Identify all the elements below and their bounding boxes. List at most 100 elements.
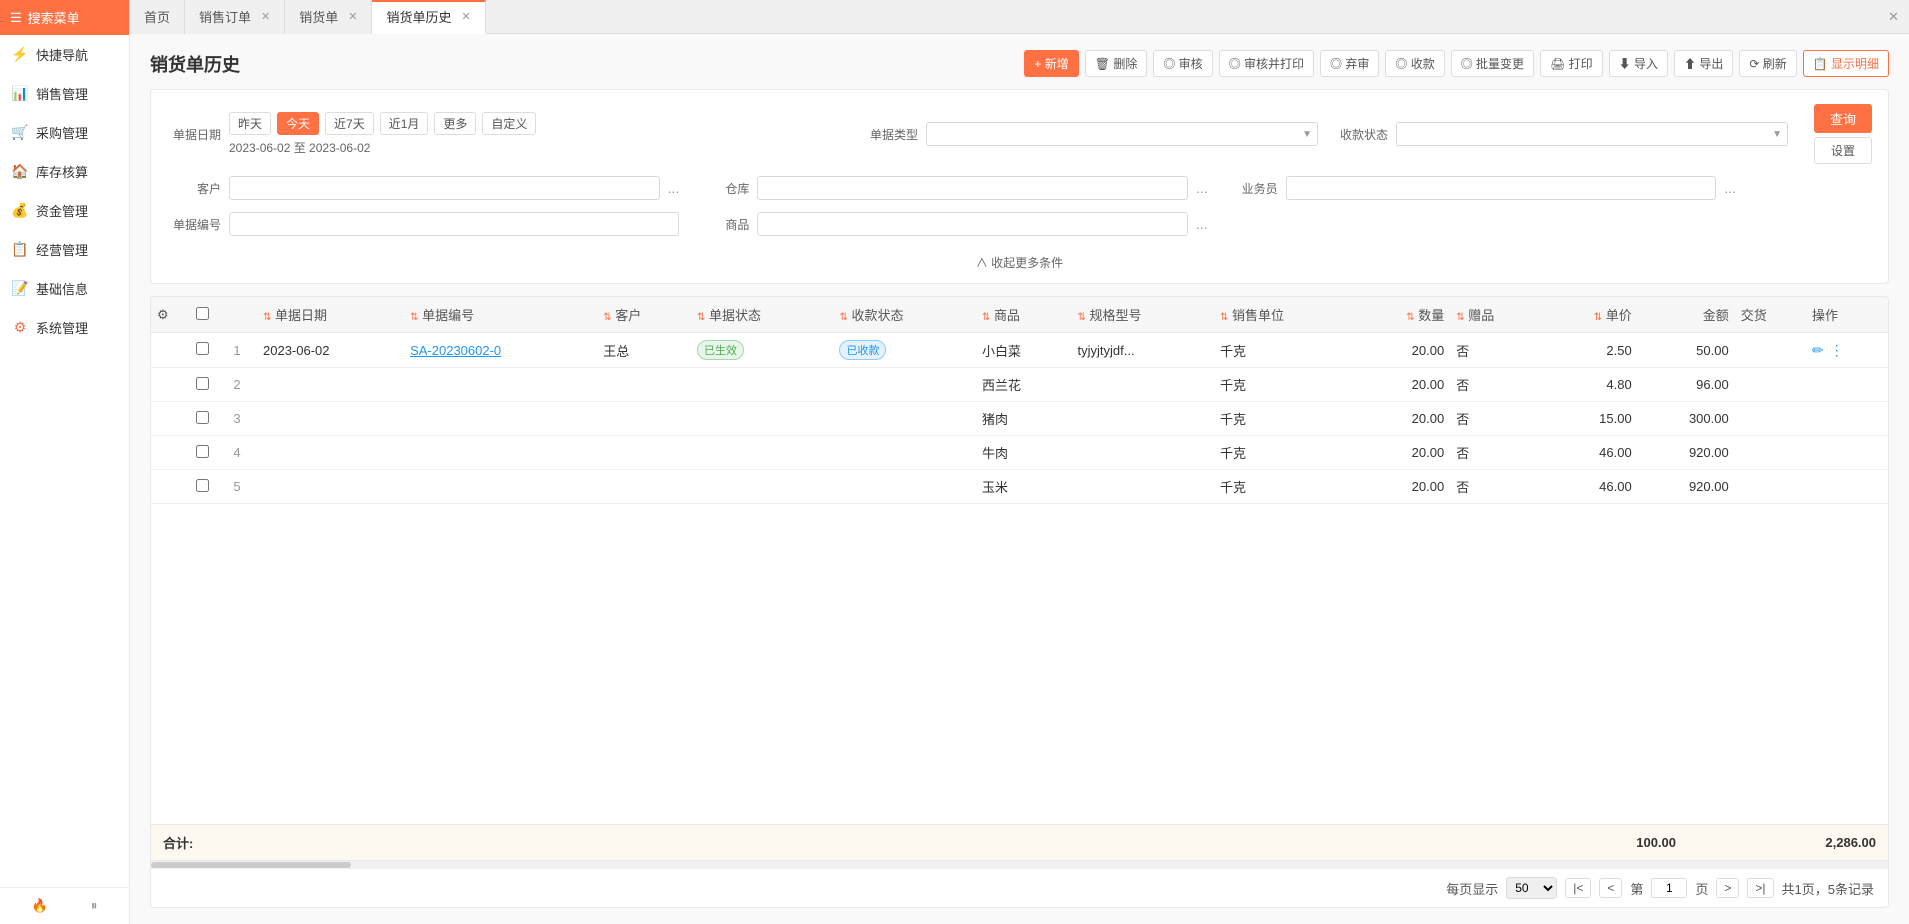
per-page-select[interactable]: 50 100 <box>1506 877 1557 899</box>
table-col-docno[interactable]: ⇅ 单据编号 <box>404 297 597 333</box>
sidebar-item-quick-nav[interactable]: ⚡ 快捷导航 <box>0 35 129 74</box>
page-input[interactable] <box>1651 878 1687 898</box>
table-col-date[interactable]: ⇅ 单据日期 <box>257 297 404 333</box>
collect-button[interactable]: ◎ 收款 <box>1385 50 1444 77</box>
goods-dots[interactable]: ... <box>1196 216 1208 232</box>
tab-sales-order[interactable]: 销售订单 ✕ <box>185 0 285 34</box>
sidebar-top[interactable]: ☰ 搜索菜单 <box>0 0 129 35</box>
tab-sales-order-close[interactable]: ✕ <box>261 10 270 23</box>
row-checkbox[interactable] <box>196 342 209 355</box>
print-button[interactable]: 🖨 打印 <box>1540 50 1603 77</box>
tab-sales-goods[interactable]: 销货单 ✕ <box>285 0 372 34</box>
summary-qty: 100.00 <box>1606 835 1756 850</box>
sidebar-item-purchase-mgmt[interactable]: 🛒 采购管理 <box>0 113 129 152</box>
fire-icon[interactable]: 🔥 <box>32 898 48 914</box>
table-col-doc-status[interactable]: ⇅ 单据状态 <box>691 297 833 333</box>
row-config-cell <box>151 436 187 470</box>
row-check-cell[interactable] <box>187 436 217 470</box>
page-next-button[interactable]: > <box>1716 878 1739 898</box>
table-col-price[interactable]: ⇅ 单价 <box>1544 297 1638 333</box>
batch-change-button[interactable]: ◎ 批量变更 <box>1451 50 1534 77</box>
table-col-spec[interactable]: ⇅ 规格型号 <box>1072 297 1214 333</box>
row-checkbox[interactable] <box>196 377 209 390</box>
table-col-qty[interactable]: ⇅ 数量 <box>1356 297 1450 333</box>
date-custom[interactable]: 自定义 <box>482 112 536 135</box>
row-unit: 千克 <box>1214 368 1356 402</box>
sidebar-item-operations[interactable]: 📋 经营管理 <box>0 230 129 269</box>
table-scroll[interactable]: ⚙ ⇅ 单据日期 ⇅ 单据编 <box>151 297 1888 824</box>
new-button[interactable]: + 新增 <box>1024 50 1078 77</box>
date-more[interactable]: 更多 <box>434 112 476 135</box>
row-check-cell[interactable] <box>187 368 217 402</box>
warehouse-input[interactable] <box>757 176 1188 200</box>
sidebar-item-system-mgmt[interactable]: ⚙ 系统管理 <box>0 308 129 347</box>
pause-icon[interactable]: ⏸ <box>91 898 98 914</box>
page-prev-button[interactable]: < <box>1599 878 1622 898</box>
table-col-payment-status[interactable]: ⇅ 收款状态 <box>833 297 975 333</box>
filter-row-2: 客户 ... 仓库 ... 业务员 ... <box>167 176 1872 200</box>
collapse-button[interactable]: ∧ 收起更多条件 <box>167 248 1872 277</box>
customer-input[interactable] <box>229 176 660 200</box>
abandon-button[interactable]: ◎ 弃审 <box>1320 50 1379 77</box>
date-today[interactable]: 今天 <box>277 112 319 135</box>
row-action <box>1806 436 1888 470</box>
sidebar-item-finance[interactable]: 💰 资金管理 <box>0 191 129 230</box>
export-button[interactable]: ⬆ 导出 <box>1674 50 1733 77</box>
date-1month[interactable]: 近1月 <box>380 112 429 135</box>
row-customer: 王总 <box>597 333 691 368</box>
table-col-unit[interactable]: ⇅ 销售单位 <box>1214 297 1356 333</box>
sales-mgmt-icon: 📊 <box>12 86 28 102</box>
import-button[interactable]: ⬇ 导入 <box>1609 50 1668 77</box>
staff-dots[interactable]: ... <box>1724 180 1736 196</box>
tab-home[interactable]: 首页 <box>130 0 185 34</box>
more-icon[interactable]: ⋮ <box>1830 342 1844 359</box>
payment-status-select[interactable] <box>1396 122 1788 146</box>
row-checkbox[interactable] <box>196 479 209 492</box>
date-7days[interactable]: 近7天 <box>325 112 374 135</box>
warehouse-dots[interactable]: ... <box>1196 180 1208 196</box>
page-last-button[interactable]: >| <box>1747 878 1773 898</box>
payment-status-wrapper: ▼ <box>1396 122 1788 146</box>
query-button[interactable]: 查询 <box>1814 104 1872 133</box>
tab-close-all[interactable]: ✕ <box>1888 9 1909 25</box>
settings-button[interactable]: 设置 <box>1814 137 1872 164</box>
row-check-cell[interactable] <box>187 402 217 436</box>
row-check-cell[interactable] <box>187 333 217 368</box>
row-checkbox[interactable] <box>196 445 209 458</box>
select-all-checkbox[interactable] <box>196 307 209 320</box>
toolbar: + 新增 🗑 删除 ◎ 审核 ◎ 审核并打印 ◎ 弃审 ◎ 收款 ◎ 批量变更 … <box>1024 50 1889 77</box>
refresh-button[interactable]: ⟳ 刷新 <box>1739 50 1796 77</box>
row-docno[interactable]: SA-20230602-0 <box>404 333 597 368</box>
review-button[interactable]: ◎ 审核 <box>1153 50 1212 77</box>
row-unit: 千克 <box>1214 470 1356 504</box>
docno-link[interactable]: SA-20230602-0 <box>410 343 501 358</box>
tab-sales-history-close[interactable]: ✕ <box>462 10 471 23</box>
table-col-config[interactable]: ⚙ <box>151 297 187 333</box>
tab-sales-history[interactable]: 销货单历史 ✕ <box>372 0 485 34</box>
delete-button[interactable]: 🗑 删除 <box>1085 50 1148 77</box>
docno-input[interactable] <box>229 212 679 236</box>
page-first-button[interactable]: |< <box>1565 878 1591 898</box>
sidebar-item-basic-info[interactable]: 📝 基础信息 <box>0 269 129 308</box>
row-checkbox[interactable] <box>196 411 209 424</box>
date-yesterday[interactable]: 昨天 <box>229 112 271 135</box>
row-date <box>257 368 404 402</box>
review-print-button[interactable]: ◎ 审核并打印 <box>1219 50 1314 77</box>
row-check-cell[interactable] <box>187 470 217 504</box>
table-col-customer[interactable]: ⇅ 客户 <box>597 297 691 333</box>
staff-input[interactable] <box>1286 176 1717 200</box>
goods-input[interactable] <box>757 212 1188 236</box>
table-col-gift[interactable]: ⇅ 赠品 <box>1450 297 1544 333</box>
table-col-goods[interactable]: ⇅ 商品 <box>976 297 1072 333</box>
customer-dots[interactable]: ... <box>668 180 680 196</box>
sidebar-item-sales-mgmt[interactable]: 📊 销售管理 <box>0 74 129 113</box>
tab-sales-goods-close[interactable]: ✕ <box>348 10 357 23</box>
doc-type-select[interactable] <box>926 122 1318 146</box>
inventory-icon: 🏠 <box>12 164 28 180</box>
sidebar-item-inventory[interactable]: 🏠 库存核算 <box>0 152 129 191</box>
show-detail-button[interactable]: 📋 显示明细 <box>1803 50 1889 77</box>
row-gift: 否 <box>1450 470 1544 504</box>
edit-icon[interactable]: ✏ <box>1812 342 1824 359</box>
table-col-check[interactable] <box>187 297 217 333</box>
horizontal-scrollbar[interactable] <box>151 860 1888 868</box>
